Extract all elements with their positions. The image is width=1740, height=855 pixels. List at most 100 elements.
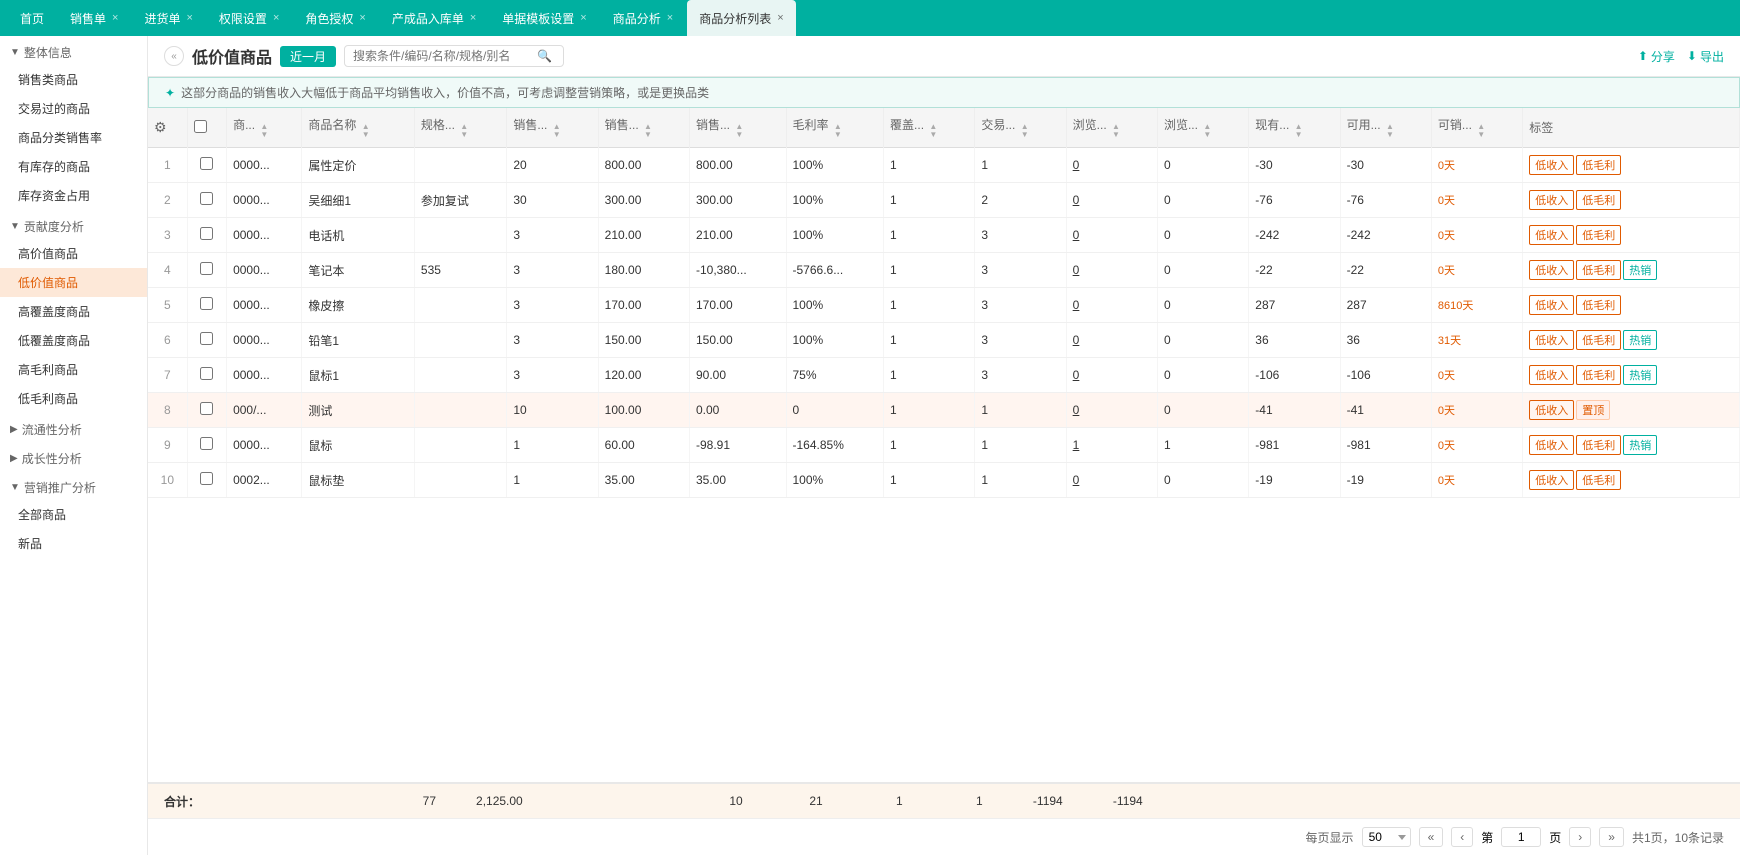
row-checkbox-cell-7[interactable]	[187, 358, 226, 393]
row-name-4[interactable]: 笔记本	[302, 253, 415, 288]
row-name-2[interactable]: 吴细细1	[302, 183, 415, 218]
row-checkbox-cell-6[interactable]	[187, 323, 226, 358]
nav-sales[interactable]: 销售单 ×	[58, 0, 130, 36]
sidebar-group-circulation[interactable]: ▶ 流通性分析	[0, 413, 147, 442]
search-icon[interactable]: 🔍	[537, 49, 552, 63]
next-page-btn[interactable]: ›	[1569, 827, 1591, 847]
row-checkbox-1[interactable]	[200, 157, 213, 170]
row-checkbox-cell-8[interactable]	[187, 393, 226, 428]
sidebar-group-growth[interactable]: ▶ 成长性分析	[0, 442, 147, 471]
sidebar-item-stock-funds[interactable]: 库存资金占用	[0, 181, 147, 210]
nav-roles[interactable]: 角色授权 ×	[293, 0, 377, 36]
row-checkbox-2[interactable]	[200, 192, 213, 205]
th-margin[interactable]: 毛利率 ▲▼	[786, 108, 884, 148]
share-button[interactable]: ⬆ 分享	[1638, 48, 1675, 65]
sidebar-item-all-goods[interactable]: 全部商品	[0, 500, 147, 529]
nav-products[interactable]: 产成品入库单 ×	[380, 0, 488, 36]
nav-close-roles[interactable]: ×	[359, 12, 365, 24]
row-view1-5[interactable]: 0	[1066, 288, 1157, 323]
th-view1[interactable]: 浏览... ▲▼	[1066, 108, 1157, 148]
sidebar-item-high-margin[interactable]: 高毛利商品	[0, 355, 147, 384]
row-checkbox-7[interactable]	[200, 367, 213, 380]
nav-analysis[interactable]: 商品分析 ×	[601, 0, 685, 36]
row-view1-4[interactable]: 0	[1066, 253, 1157, 288]
nav-home[interactable]: 首页	[8, 0, 56, 36]
row-checkbox-cell-1[interactable]	[187, 148, 226, 183]
row-name-10[interactable]: 鼠标垫	[302, 463, 415, 498]
nav-close-sales[interactable]: ×	[112, 12, 118, 24]
nav-purchase[interactable]: 进货单 ×	[132, 0, 204, 36]
th-current[interactable]: 现有... ▲▼	[1249, 108, 1340, 148]
th-view2[interactable]: 浏览... ▲▼	[1157, 108, 1248, 148]
row-checkbox-cell-5[interactable]	[187, 288, 226, 323]
row-checkbox-5[interactable]	[200, 297, 213, 310]
row-name-6[interactable]: 铅笔1	[302, 323, 415, 358]
th-coverage[interactable]: 覆盖... ▲▼	[884, 108, 975, 148]
sidebar-item-sales-goods[interactable]: 销售类商品	[0, 65, 147, 94]
row-name-3[interactable]: 电话机	[302, 218, 415, 253]
nav-close-permissions[interactable]: ×	[273, 12, 279, 24]
row-name-9[interactable]: 鼠标	[302, 428, 415, 463]
row-checkbox-cell-3[interactable]	[187, 218, 226, 253]
row-checkbox-cell-10[interactable]	[187, 463, 226, 498]
row-name-5[interactable]: 橡皮擦	[302, 288, 415, 323]
row-name-7[interactable]: 鼠标1	[302, 358, 415, 393]
row-name-1[interactable]: 属性定价	[302, 148, 415, 183]
sidebar-item-high-coverage[interactable]: 高覆盖度商品	[0, 297, 147, 326]
nav-close-purchase[interactable]: ×	[186, 12, 192, 24]
row-checkbox-9[interactable]	[200, 437, 213, 450]
sidebar-item-high-value[interactable]: 高价值商品	[0, 239, 147, 268]
nav-permissions[interactable]: 权限设置 ×	[207, 0, 291, 36]
time-filter-button[interactable]: 近一月	[280, 46, 336, 67]
row-view1-10[interactable]: 0	[1066, 463, 1157, 498]
first-page-btn[interactable]: «	[1419, 827, 1444, 847]
row-checkbox-3[interactable]	[200, 227, 213, 240]
row-checkbox-cell-4[interactable]	[187, 253, 226, 288]
export-button[interactable]: ⬇ 导出	[1687, 48, 1724, 65]
prev-page-btn[interactable]: ‹	[1451, 827, 1473, 847]
row-checkbox-cell-9[interactable]	[187, 428, 226, 463]
sidebar-collapse-btn[interactable]: «	[164, 46, 184, 66]
row-checkbox-cell-2[interactable]	[187, 183, 226, 218]
row-view1-1[interactable]: 0	[1066, 148, 1157, 183]
th-spec[interactable]: 规格... ▲▼	[414, 108, 506, 148]
row-view1-6[interactable]: 0	[1066, 323, 1157, 358]
nav-close-analysis-list[interactable]: ×	[777, 12, 783, 24]
nav-close-analysis[interactable]: ×	[667, 12, 673, 24]
sidebar-item-new-goods[interactable]: 新品	[0, 529, 147, 558]
sidebar-group-marketing[interactable]: ▼ 营销推广分析	[0, 471, 147, 500]
row-checkbox-10[interactable]	[200, 472, 213, 485]
th-qty[interactable]: 销售... ▲▼	[507, 108, 598, 148]
sidebar-item-in-stock[interactable]: 有库存的商品	[0, 152, 147, 181]
th-trade[interactable]: 交易... ▲▼	[975, 108, 1066, 148]
row-name-8[interactable]: 测试	[302, 393, 415, 428]
row-checkbox-4[interactable]	[200, 262, 213, 275]
row-view1-2[interactable]: 0	[1066, 183, 1157, 218]
sidebar-group-contribution[interactable]: ▼ 贡献度分析	[0, 210, 147, 239]
sidebar-item-low-value[interactable]: 低价值商品	[0, 268, 147, 297]
sidebar-item-traded-goods[interactable]: 交易过的商品	[0, 94, 147, 123]
sidebar-item-category-sales[interactable]: 商品分类销售率	[0, 123, 147, 152]
sidebar-group-overall[interactable]: ▼ 整体信息	[0, 36, 147, 65]
search-input[interactable]	[353, 49, 533, 63]
nav-close-templates[interactable]: ×	[580, 12, 586, 24]
th-amount[interactable]: 销售... ▲▼	[598, 108, 689, 148]
select-all-checkbox[interactable]	[194, 120, 207, 133]
th-cost[interactable]: 销售... ▲▼	[689, 108, 786, 148]
th-saleable[interactable]: 可销... ▲▼	[1431, 108, 1522, 148]
row-checkbox-8[interactable]	[200, 402, 213, 415]
th-gear[interactable]: ⚙	[148, 108, 187, 148]
last-page-btn[interactable]: »	[1599, 827, 1624, 847]
nav-analysis-list[interactable]: 商品分析列表 ×	[687, 0, 795, 36]
th-available[interactable]: 可用... ▲▼	[1340, 108, 1431, 148]
row-view1-8[interactable]: 0	[1066, 393, 1157, 428]
th-name[interactable]: 商品名称 ▲▼	[302, 108, 415, 148]
page-input[interactable]	[1501, 827, 1541, 847]
sidebar-item-low-margin[interactable]: 低毛利商品	[0, 384, 147, 413]
th-code[interactable]: 商... ▲▼	[227, 108, 302, 148]
row-checkbox-6[interactable]	[200, 332, 213, 345]
row-view1-7[interactable]: 0	[1066, 358, 1157, 393]
gear-icon[interactable]: ⚙	[154, 119, 167, 135]
row-view1-3[interactable]: 0	[1066, 218, 1157, 253]
sidebar-item-low-coverage[interactable]: 低覆盖度商品	[0, 326, 147, 355]
